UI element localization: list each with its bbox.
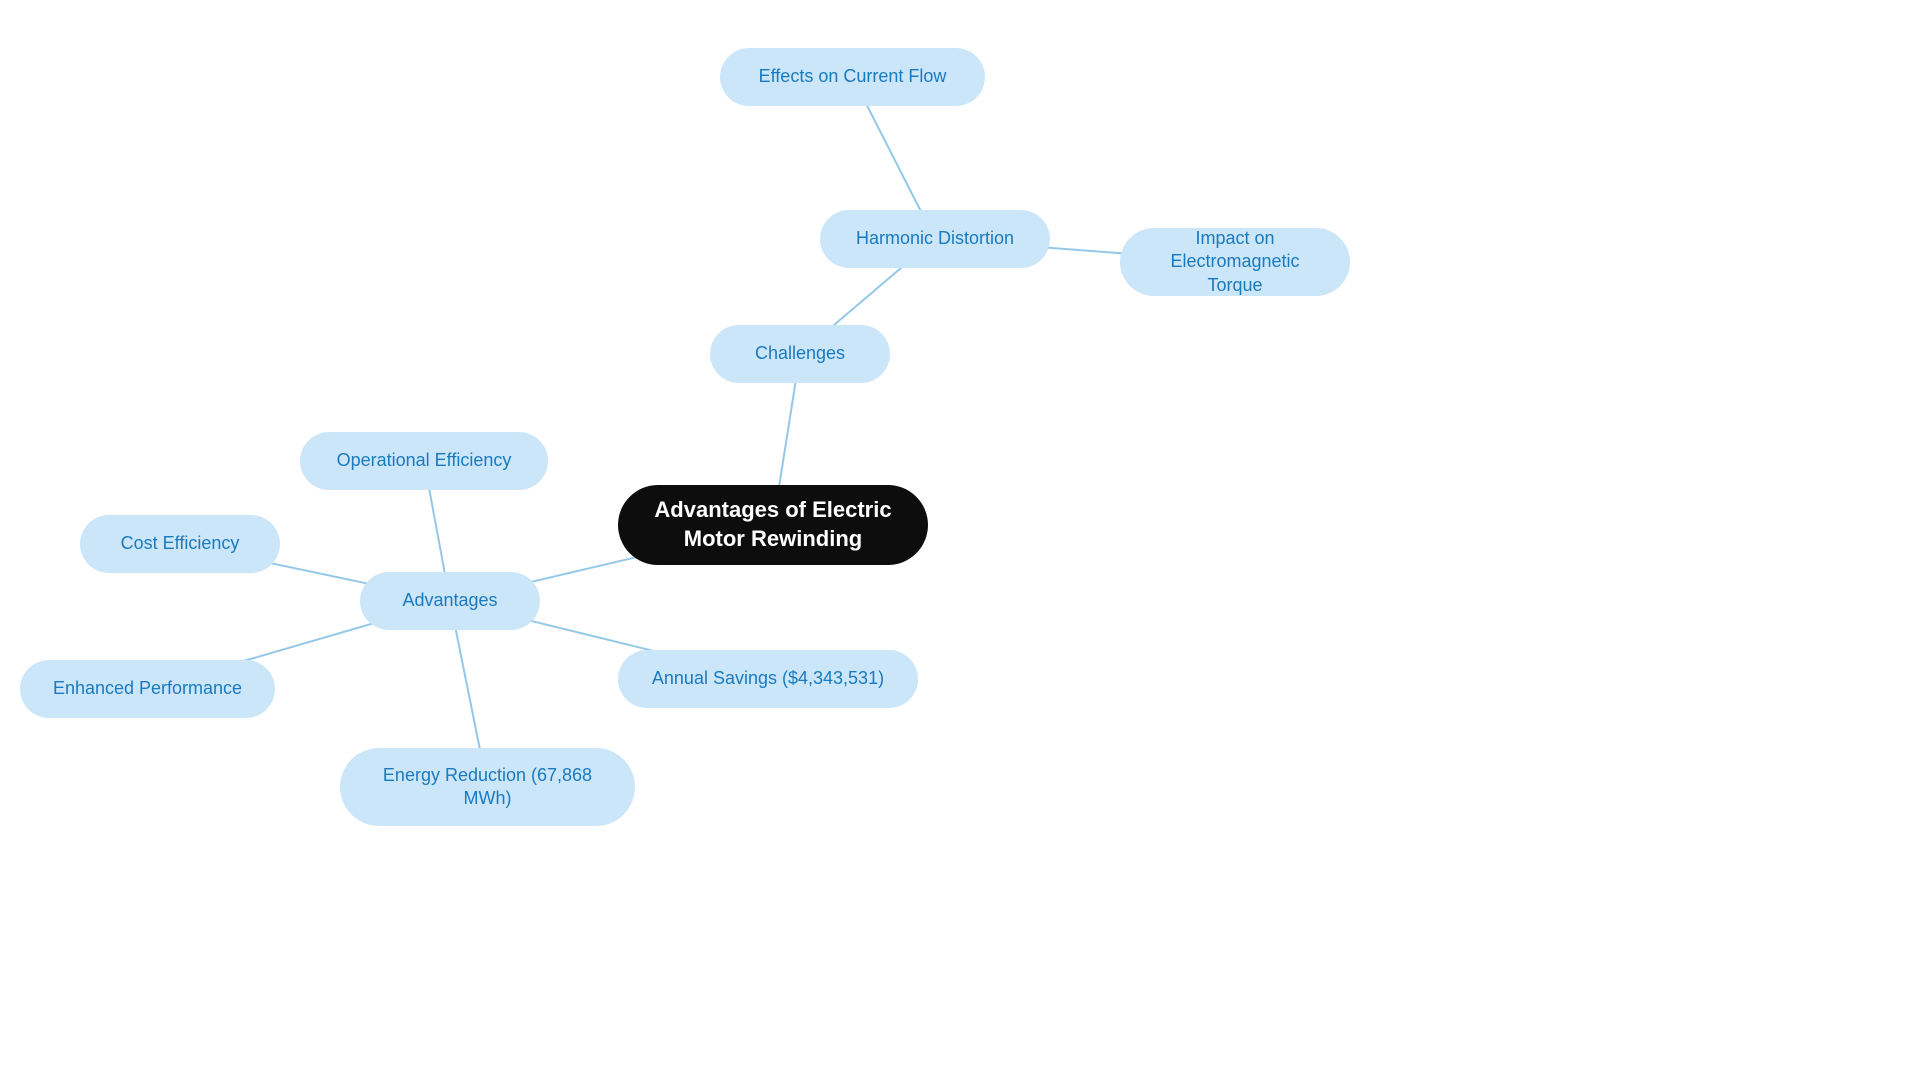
node-advantages[interactable]: Advantages — [360, 572, 540, 630]
node-harmonic[interactable]: Harmonic Distortion — [820, 210, 1050, 268]
node-annual[interactable]: Annual Savings ($4,343,531) — [618, 650, 918, 708]
node-cost[interactable]: Cost Efficiency — [80, 515, 280, 573]
node-main[interactable]: Advantages of Electric Motor Rewinding — [618, 485, 928, 565]
node-challenges[interactable]: Challenges — [710, 325, 890, 383]
node-operational[interactable]: Operational Efficiency — [300, 432, 548, 490]
mind-map-connections — [0, 0, 1920, 1083]
node-effects[interactable]: Effects on Current Flow — [720, 48, 985, 106]
node-energy[interactable]: Energy Reduction (67,868 MWh) — [340, 748, 635, 826]
node-electromagnetic[interactable]: Impact on Electromagnetic Torque — [1120, 228, 1350, 296]
node-enhanced[interactable]: Enhanced Performance — [20, 660, 275, 718]
